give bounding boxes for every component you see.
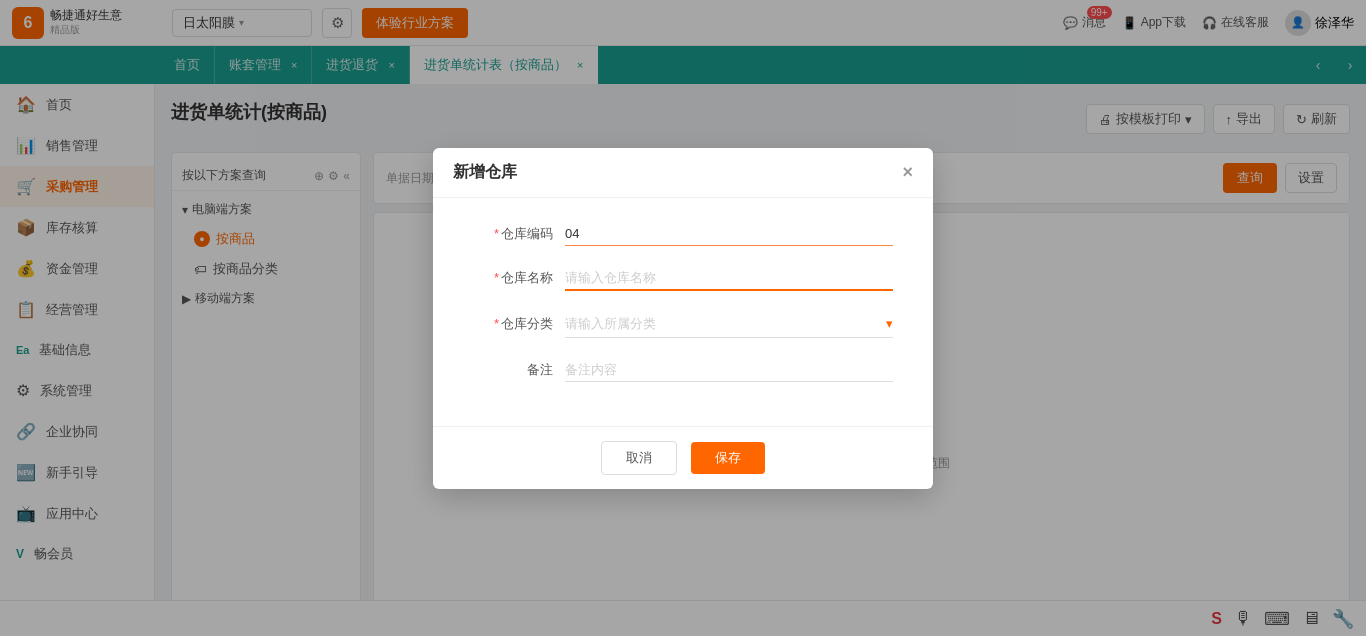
modal-header: 新增仓库 × xyxy=(433,148,933,198)
modal-overlay: 新增仓库 × 仓库编码 仓库名称 仓库分类 请输入所属分类 ▾ xyxy=(0,0,1366,636)
warehouse-category-row: 仓库分类 请输入所属分类 ▾ xyxy=(473,311,893,338)
select-arrow-icon: ▾ xyxy=(886,316,893,331)
warehouse-category-select[interactable]: 请输入所属分类 ▾ xyxy=(565,311,893,338)
add-warehouse-modal: 新增仓库 × 仓库编码 仓库名称 仓库分类 请输入所属分类 ▾ xyxy=(433,148,933,489)
warehouse-note-label: 备注 xyxy=(473,361,553,379)
cancel-button[interactable]: 取消 xyxy=(601,441,677,475)
save-button[interactable]: 保存 xyxy=(691,442,765,474)
category-placeholder: 请输入所属分类 xyxy=(565,315,656,333)
warehouse-code-label: 仓库编码 xyxy=(473,225,553,243)
warehouse-name-input[interactable] xyxy=(565,266,893,291)
warehouse-code-input[interactable] xyxy=(565,222,893,246)
warehouse-note-input[interactable] xyxy=(565,358,893,382)
warehouse-code-row: 仓库编码 xyxy=(473,222,893,246)
modal-footer: 取消 保存 xyxy=(433,426,933,489)
modal-title: 新增仓库 xyxy=(453,162,517,183)
warehouse-category-label: 仓库分类 xyxy=(473,315,553,333)
warehouse-name-row: 仓库名称 xyxy=(473,266,893,291)
warehouse-name-label: 仓库名称 xyxy=(473,269,553,287)
modal-close-button[interactable]: × xyxy=(902,163,913,181)
warehouse-note-row: 备注 xyxy=(473,358,893,382)
modal-body: 仓库编码 仓库名称 仓库分类 请输入所属分类 ▾ 备注 xyxy=(433,198,933,426)
